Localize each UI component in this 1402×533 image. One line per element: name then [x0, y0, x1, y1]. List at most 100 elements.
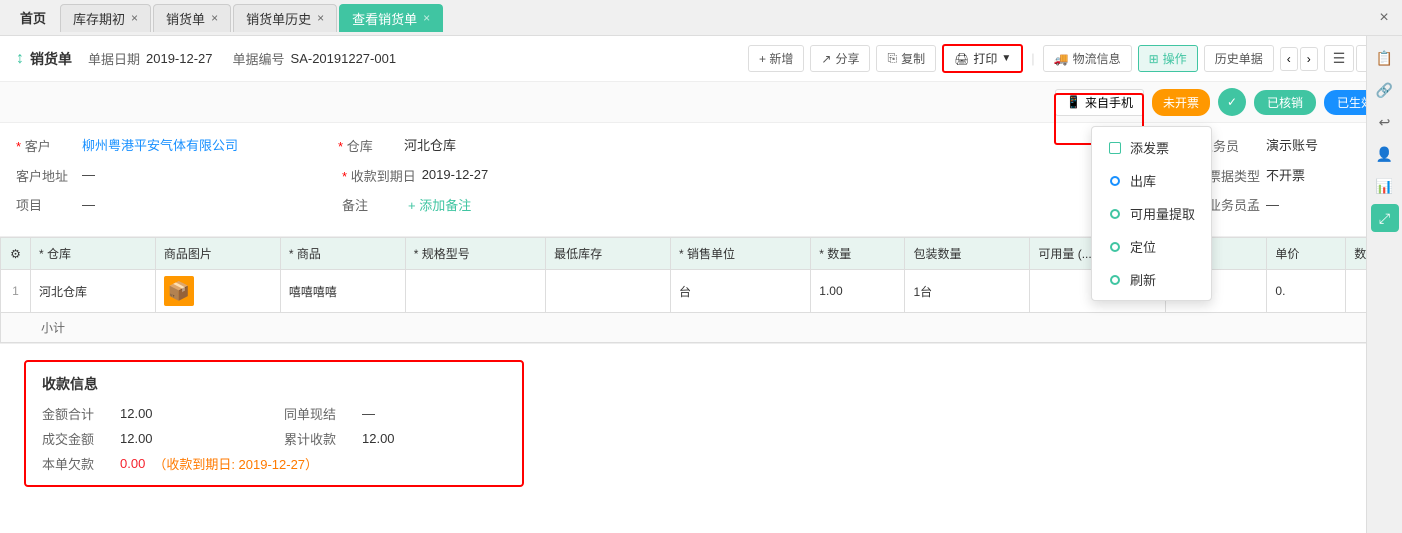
- customer-value[interactable]: 柳州粤港平安气体有限公司: [82, 135, 238, 155]
- right-sidebar: 📋 🔗 ↩ 👤 📊 ⤢: [1366, 36, 1402, 533]
- tab-home[interactable]: 首页: [8, 4, 58, 32]
- owed-item: 本单欠款 0.00 （收款到期日: 2019-12-27）: [42, 454, 506, 473]
- operations-dropdown: 添发票 出库 可用量提取 定位: [1091, 126, 1212, 301]
- sidebar-icon-3[interactable]: ↩: [1371, 108, 1399, 136]
- tab-close-sales[interactable]: ×: [211, 11, 218, 25]
- copy-icon: ⎘: [887, 51, 897, 66]
- same-order-label: 同单现结: [284, 404, 354, 423]
- subtotal-row: 小计: [1, 313, 1402, 343]
- total-label: 金额合计: [42, 404, 112, 423]
- prev-button[interactable]: ‹: [1280, 47, 1298, 71]
- share-button[interactable]: ↗ 分享: [810, 45, 870, 72]
- history-button[interactable]: 历史单据: [1204, 45, 1274, 72]
- operations-button[interactable]: ⊞ 操作: [1138, 45, 1198, 72]
- row-unit-price: 0.: [1267, 270, 1346, 313]
- print-dropdown-icon: ▼: [1001, 53, 1011, 64]
- spec-header: * 规格型号: [405, 238, 545, 270]
- address-value: —: [82, 167, 202, 183]
- min-stock-header: 最低库存: [546, 238, 671, 270]
- refresh-icon: [1108, 273, 1122, 287]
- owed-label: 本单欠款: [42, 454, 112, 473]
- address-field: 客户地址 —: [16, 166, 202, 185]
- settings-header[interactable]: ⚙: [1, 238, 31, 270]
- sidebar-icon-1[interactable]: 📋: [1371, 44, 1399, 72]
- transaction-item: 成交金额 12.00: [42, 429, 264, 448]
- doc-type-icon: ↕: [16, 50, 24, 68]
- transaction-value: 12.00: [120, 431, 153, 446]
- list-view-button[interactable]: ☰: [1324, 45, 1355, 72]
- outbound-item[interactable]: 出库: [1092, 164, 1211, 197]
- unit-header: * 销售单位: [670, 238, 810, 270]
- print-button[interactable]: 🖨 打印 ▼: [942, 44, 1023, 73]
- not-opened-button[interactable]: 未开票: [1152, 89, 1210, 116]
- outbound-icon: [1108, 174, 1122, 188]
- customer-label: 客户: [25, 139, 51, 154]
- print-icon: 🖨: [954, 52, 969, 66]
- tab-sales-order[interactable]: 销货单 ×: [153, 4, 231, 32]
- copy-button[interactable]: ⎘ 复制: [876, 45, 936, 72]
- row-unit: 台: [670, 270, 810, 313]
- warehouse-label: 仓库: [347, 139, 373, 154]
- row-quantity: 1.00: [811, 270, 905, 313]
- total-value: 12.00: [120, 406, 153, 421]
- product-image: 📦: [164, 276, 194, 306]
- warehouse-value: 河北仓库: [404, 135, 524, 155]
- same-order-value: —: [362, 406, 375, 421]
- locate-item[interactable]: 定位: [1092, 230, 1211, 263]
- check-button[interactable]: ✓: [1218, 88, 1246, 116]
- warehouse-field: * 仓库 河北仓库: [338, 135, 524, 155]
- date-label: 单据日期: [88, 49, 140, 68]
- available-qty-icon: [1108, 207, 1122, 221]
- note-label: 备注: [342, 195, 402, 214]
- next-button[interactable]: ›: [1300, 47, 1318, 71]
- add-note-button[interactable]: + 添加备注: [408, 195, 471, 214]
- note-field: 备注 + 添加备注: [342, 195, 471, 214]
- add-invoice-item[interactable]: 添发票: [1092, 131, 1211, 164]
- due-date-label: 收款到期日: [351, 169, 416, 184]
- unit-price-header: 单价: [1267, 238, 1346, 270]
- payment-grid: 金额合计 12.00 同单现结 — 成交金额 12.00 累计收款 12.00: [42, 404, 506, 473]
- due-date-value: 2019-12-27: [422, 167, 542, 183]
- nav-arrows: ‹ ›: [1280, 47, 1318, 71]
- row-warehouse: 河北仓库: [31, 270, 156, 313]
- tab-sales-history[interactable]: 销货单历史 ×: [233, 4, 337, 32]
- window-close-button[interactable]: ×: [1366, 0, 1402, 36]
- due-date-note: （收款到期日: 2019-12-27）: [153, 454, 318, 473]
- salesperson-field: * 业务员孟 —: [1199, 195, 1386, 214]
- logistics-button[interactable]: 🚚 物流信息: [1043, 45, 1132, 72]
- truck-icon: 🚚: [1054, 52, 1069, 66]
- available-qty-label: 可用量提取: [1130, 204, 1195, 223]
- sidebar-icon-6[interactable]: ⤢: [1371, 204, 1399, 232]
- cumulative-value: 12.00: [362, 431, 395, 446]
- locate-label: 定位: [1130, 237, 1156, 256]
- product-header: * 商品: [280, 238, 405, 270]
- refresh-label: 刷新: [1130, 270, 1156, 289]
- new-button[interactable]: + 新增: [748, 45, 804, 72]
- subtotal-label: 小计: [1, 313, 1402, 343]
- sidebar-icon-5[interactable]: 📊: [1371, 172, 1399, 200]
- grid-icon: ⊞: [1149, 52, 1159, 66]
- toolbar-actions: + 新增 ↗ 分享 ⎘ 复制 🖨 打印 ▼ | 🚚 物流信息: [748, 44, 1386, 73]
- tab-inventory-init[interactable]: 库存期初 ×: [60, 4, 151, 32]
- doc-header: ↕ 销货单 单据日期 2019-12-27 单据编号 SA-20191227-0…: [0, 36, 1402, 82]
- payment-area: 收款信息 金额合计 12.00 同单现结 — 成交金额 12.00: [0, 344, 1402, 495]
- available-qty-item[interactable]: 可用量提取: [1092, 197, 1211, 230]
- from-phone-button[interactable]: 📱 来自手机: [1055, 89, 1144, 116]
- number-value: SA-20191227-001: [291, 51, 397, 66]
- sidebar-icon-2[interactable]: 🔗: [1371, 76, 1399, 104]
- tab-view-sales[interactable]: 查看销货单 ×: [339, 4, 443, 32]
- action-bar: 📱 来自手机 未开票 ✓ 已核销 已生效: [0, 82, 1402, 123]
- row-spec: [405, 270, 545, 313]
- transaction-label: 成交金额: [42, 429, 112, 448]
- project-label: 项目: [16, 195, 76, 214]
- quantity-header: * 数量: [811, 238, 905, 270]
- sold-status-button[interactable]: 已核销: [1254, 90, 1316, 115]
- refresh-item[interactable]: 刷新: [1092, 263, 1211, 296]
- row-number: 1: [1, 270, 31, 313]
- tab-close-history[interactable]: ×: [317, 11, 324, 25]
- ticket-type-field: * 票据类型 不开票: [1199, 165, 1386, 185]
- doc-meta: 单据日期 2019-12-27 单据编号 SA-20191227-001: [88, 49, 732, 68]
- tab-close-inventory[interactable]: ×: [131, 11, 138, 25]
- sidebar-icon-4[interactable]: 👤: [1371, 140, 1399, 168]
- tab-close-view-sales[interactable]: ×: [423, 11, 430, 25]
